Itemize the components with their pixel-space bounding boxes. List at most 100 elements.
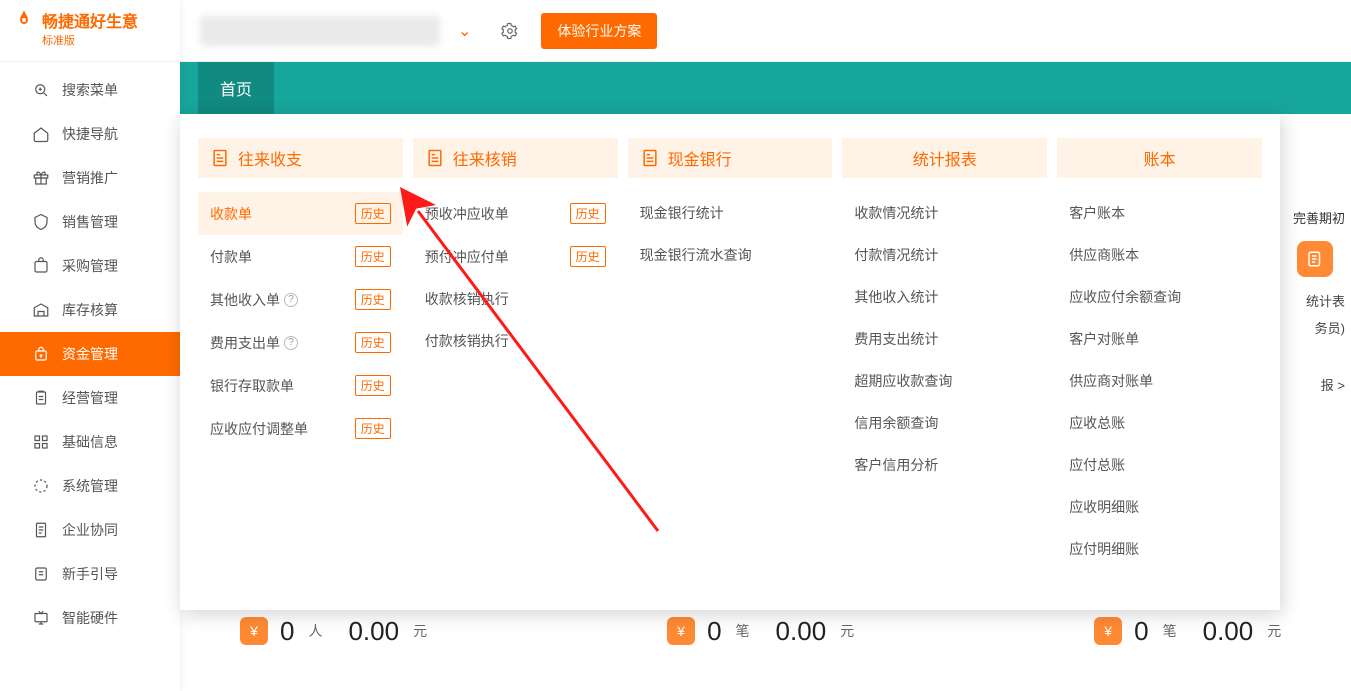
menu-item[interactable]: 收款情况统计 bbox=[842, 192, 1047, 234]
sidebar-item-6[interactable]: 资金管理 bbox=[0, 332, 180, 376]
sidebar-item-label: 基础信息 bbox=[62, 432, 118, 452]
menu-item[interactable]: 应收明细账 bbox=[1057, 486, 1262, 528]
column-title: 账本 bbox=[1144, 146, 1176, 170]
menu-item[interactable]: 预付冲应付单 历史 bbox=[413, 235, 618, 278]
history-tag[interactable]: 历史 bbox=[355, 332, 391, 353]
home-icon bbox=[32, 125, 50, 143]
menu-item[interactable]: 预收冲应收单历史 bbox=[413, 192, 618, 235]
menu-item[interactable]: 客户账本 bbox=[1057, 192, 1262, 234]
grid-icon bbox=[32, 433, 50, 451]
column-title: 往来收支 bbox=[238, 146, 302, 170]
sidebar-item-2[interactable]: 营销推广 bbox=[0, 156, 180, 200]
right-text-2[interactable]: 统计表 bbox=[1279, 287, 1351, 314]
menu-item[interactable]: 应收应付余额查询 bbox=[1057, 276, 1262, 318]
menu-item-label: 收款核销执行 bbox=[425, 289, 509, 309]
report-icon[interactable] bbox=[1297, 241, 1333, 277]
menu-item-label: 现金银行流水查询 bbox=[640, 245, 752, 265]
menu-item[interactable]: 付款核销执行 bbox=[413, 320, 618, 362]
sidebar-item-4[interactable]: 采购管理 bbox=[0, 244, 180, 288]
sidebar-item-11[interactable]: 新手引导 bbox=[0, 552, 180, 596]
menu-item[interactable]: 供应商对账单 bbox=[1057, 360, 1262, 402]
circle-icon bbox=[32, 477, 50, 495]
menu-item[interactable]: 客户对账单 bbox=[1057, 318, 1262, 360]
menu-item[interactable]: 现金银行流水查询 bbox=[628, 234, 833, 276]
stat-count: 0 bbox=[1134, 616, 1148, 647]
chevron-down-icon[interactable]: ⌄ bbox=[450, 21, 479, 41]
history-tag[interactable]: 历史 bbox=[355, 418, 391, 439]
sidebar-item-12[interactable]: 智能硬件 bbox=[0, 596, 180, 640]
gear-icon[interactable] bbox=[501, 22, 519, 40]
column-title: 统计报表 bbox=[913, 146, 977, 170]
stat-value: 0.00 bbox=[1203, 616, 1254, 647]
menu-item[interactable]: 应收应付调整单历史 bbox=[198, 407, 403, 450]
stat-card: ¥ 0笔 0.00元 bbox=[1094, 601, 1281, 661]
menu-item[interactable]: 收款核销执行 bbox=[413, 278, 618, 320]
menu-item[interactable]: 现金银行统计 bbox=[628, 192, 833, 234]
menu-item-label: 付款核销执行 bbox=[425, 331, 509, 351]
menu-item-label: 其他收入统计 bbox=[854, 287, 938, 307]
right-text-3: 务员) bbox=[1279, 314, 1351, 341]
sidebar-item-label: 营销推广 bbox=[62, 168, 118, 188]
history-tag[interactable]: 历史 bbox=[570, 246, 606, 267]
menu-item[interactable]: 客户信用分析 bbox=[842, 444, 1047, 486]
history-tag[interactable]: 历史 bbox=[355, 203, 391, 224]
menu-item[interactable]: 付款情况统计 bbox=[842, 234, 1047, 276]
menu-item[interactable]: 收款单历史 bbox=[198, 192, 403, 235]
money-icon bbox=[32, 345, 50, 363]
sidebar-item-10[interactable]: 企业协同 bbox=[0, 508, 180, 552]
sidebar-item-9[interactable]: 系统管理 bbox=[0, 464, 180, 508]
menu-item[interactable]: 供应商账本 bbox=[1057, 234, 1262, 276]
menu-item-label: 客户对账单 bbox=[1069, 329, 1139, 349]
sidebar-item-1[interactable]: 快捷导航 bbox=[0, 112, 180, 156]
menu-item-label: 超期应收款查询 bbox=[854, 371, 952, 391]
sidebar-item-3[interactable]: 销售管理 bbox=[0, 200, 180, 244]
menu-item[interactable]: 应收总账 bbox=[1057, 402, 1262, 444]
badge-icon bbox=[32, 213, 50, 231]
column-header: 往来收支 bbox=[198, 138, 403, 178]
sidebar-item-0[interactable]: 搜索菜单 bbox=[0, 68, 180, 112]
sidebar-item-5[interactable]: 库存核算 bbox=[0, 288, 180, 332]
menu-item-label: 费用支出统计 bbox=[854, 329, 938, 349]
history-tag[interactable]: 历史 bbox=[355, 289, 391, 310]
help-icon[interactable]: ? bbox=[284, 293, 298, 307]
menu-item[interactable]: 付款单历史 bbox=[198, 235, 403, 278]
menu-item[interactable]: 费用支出单?历史 bbox=[198, 321, 403, 364]
sidebar-item-7[interactable]: 经营管理 bbox=[0, 376, 180, 420]
column-header: 现金银行 bbox=[628, 138, 833, 178]
menu-item-label: 信用余额查询 bbox=[854, 413, 938, 433]
sidebar: 畅捷通好生意 标准版 搜索菜单快捷导航营销推广销售管理采购管理库存核算资金管理经… bbox=[0, 0, 180, 691]
menu-item-label: 客户信用分析 bbox=[854, 455, 938, 475]
tab-home[interactable]: 首页 bbox=[198, 62, 274, 114]
help-icon[interactable]: ? bbox=[284, 336, 298, 350]
sidebar-item-8[interactable]: 基础信息 bbox=[0, 420, 180, 464]
stat-value: 0.00 bbox=[776, 616, 827, 647]
industry-plan-button[interactable]: 体验行业方案 bbox=[541, 13, 657, 49]
menu-item[interactable]: 信用余额查询 bbox=[842, 402, 1047, 444]
sidebar-item-label: 资金管理 bbox=[62, 344, 118, 364]
history-tag[interactable]: 历史 bbox=[355, 375, 391, 396]
column-header: 账本 bbox=[1057, 138, 1262, 178]
menu-item-label: 应付明细账 bbox=[1069, 539, 1139, 559]
panel-column-4: 账本客户账本供应商账本应收应付余额查询客户对账单供应商对账单应收总账应付总账应收… bbox=[1057, 138, 1262, 570]
menu-item[interactable]: 其他收入统计 bbox=[842, 276, 1047, 318]
menu-item[interactable]: 超期应收款查询 bbox=[842, 360, 1047, 402]
right-text-4[interactable]: 报 > bbox=[1279, 371, 1351, 398]
brand-name: 畅捷通好生意 bbox=[42, 8, 138, 32]
menu-item[interactable]: 银行存取款单历史 bbox=[198, 364, 403, 407]
menu-item[interactable]: 其他收入单?历史 bbox=[198, 278, 403, 321]
history-tag[interactable]: 历史 bbox=[355, 246, 391, 267]
clipboard-icon bbox=[32, 389, 50, 407]
panel-column-3: 统计报表收款情况统计付款情况统计其他收入统计费用支出统计超期应收款查询信用余额查… bbox=[842, 138, 1047, 570]
sidebar-item-label: 搜索菜单 bbox=[62, 80, 118, 100]
menu-item-label: 预付冲应付单 bbox=[425, 247, 509, 267]
org-selector-blurred[interactable] bbox=[200, 16, 440, 46]
cart-icon bbox=[32, 257, 50, 275]
stat-count: 0 bbox=[280, 616, 294, 647]
stat-icon: ¥ bbox=[240, 617, 268, 645]
menu-item[interactable]: 应付总账 bbox=[1057, 444, 1262, 486]
gift-icon bbox=[32, 169, 50, 187]
history-tag[interactable]: 历史 bbox=[570, 203, 606, 224]
menu-item[interactable]: 费用支出统计 bbox=[842, 318, 1047, 360]
sidebar-item-label: 采购管理 bbox=[62, 256, 118, 276]
menu-item[interactable]: 应付明细账 bbox=[1057, 528, 1262, 570]
